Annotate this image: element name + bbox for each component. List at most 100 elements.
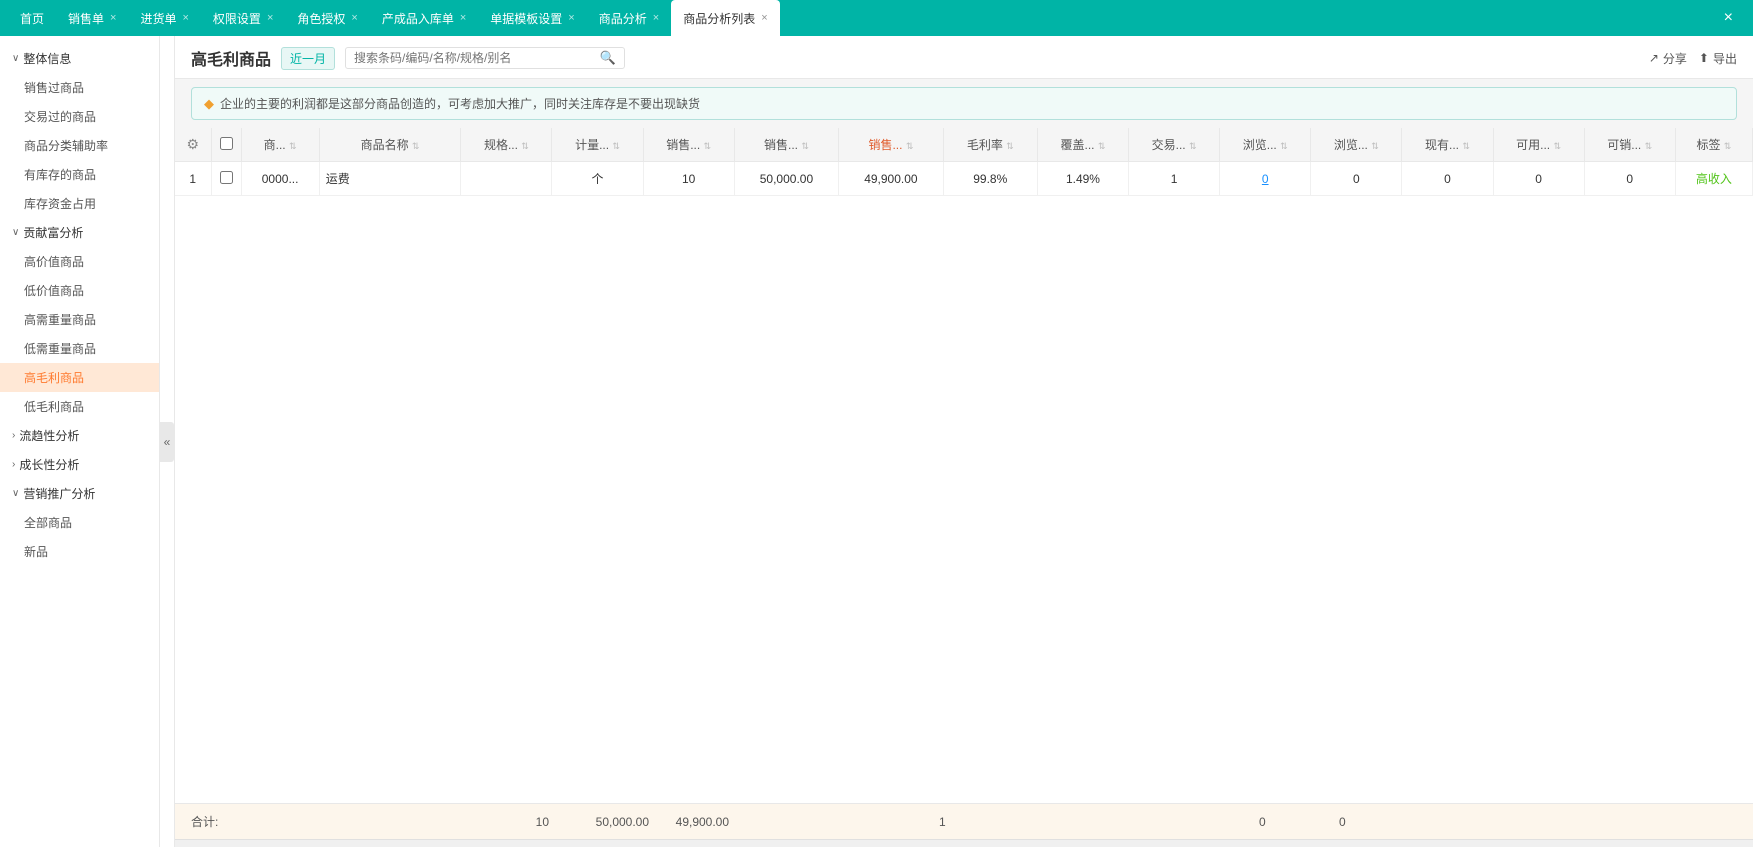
sort-icon-spec: ⇅ [521, 141, 529, 151]
share-button[interactable]: ↗ 分享 [1649, 50, 1687, 67]
th-code[interactable]: 商... ⇅ [241, 128, 319, 162]
sidebar-item-sales-goods[interactable]: 销售过商品 [0, 73, 159, 102]
row-spec [461, 162, 552, 196]
nav-close-product-analysis-list[interactable]: × [761, 12, 767, 24]
th-available[interactable]: 可用... ⇅ [1493, 128, 1584, 162]
row-current: 0 [1402, 162, 1493, 196]
sidebar-item-traded-goods[interactable]: 交易过的商品 [0, 102, 159, 131]
nav-product-analysis-list[interactable]: 商品分析列表 × [671, 0, 779, 36]
nav-close-product-entry[interactable]: × [460, 12, 466, 24]
th-sales-cost[interactable]: 销售... ⇅ [839, 128, 943, 162]
th-gear[interactable]: ⚙ [175, 128, 211, 162]
th-current[interactable]: 现有... ⇅ [1402, 128, 1493, 162]
th-name[interactable]: 商品名称 ⇅ [319, 128, 461, 162]
sidebar-item-analysis-assist[interactable]: 商品分类辅助率 [0, 131, 159, 160]
th-browse2[interactable]: 浏览... ⇅ [1311, 128, 1402, 162]
nav-bill-template[interactable]: 单据模板设置 × [478, 0, 586, 36]
row-saleable: 0 [1584, 162, 1675, 196]
nav-home[interactable]: 首页 [8, 0, 56, 36]
sidebar-item-high-margin[interactable]: 高毛利商品 [0, 363, 159, 392]
table-header-row: ⚙ 商... ⇅ 商品名称 ⇅ [175, 128, 1753, 162]
select-all-checkbox[interactable] [220, 137, 233, 150]
sidebar-group-wealth-analysis[interactable]: ∨ 贡献富分析 [0, 218, 159, 247]
th-available-label: 可用... [1516, 138, 1550, 152]
row-browse2: 0 [1311, 162, 1402, 196]
sidebar-item-high-freq[interactable]: 高需重量商品 [0, 305, 159, 334]
sidebar-item-high-value[interactable]: 高价值商品 [0, 247, 159, 276]
th-browse1[interactable]: 浏览... ⇅ [1220, 128, 1311, 162]
sidebar: ∨ 整体信息 销售过商品 交易过的商品 商品分类辅助率 有库存的商品 库存资金占… [0, 36, 160, 847]
footer-sales-amount: 50,000.00 [582, 815, 662, 829]
sidebar-item-capital-occupation[interactable]: 库存资金占用 [0, 189, 159, 218]
th-sales-qty[interactable]: 销售... ⇅ [643, 128, 734, 162]
th-saleable[interactable]: 可销... ⇅ [1584, 128, 1675, 162]
th-browse2-label: 浏览... [1334, 138, 1368, 152]
bottom-scrollbar[interactable] [175, 839, 1753, 847]
footer-empty5 [1062, 815, 1142, 829]
arrow-right-icon-2: › [12, 459, 15, 470]
nav-purchase-order[interactable]: 进货单 × [128, 0, 200, 36]
th-gross-rate[interactable]: 毛利率 ⇅ [943, 128, 1037, 162]
th-sales-amount[interactable]: 销售... ⇅ [734, 128, 838, 162]
search-input[interactable] [354, 51, 596, 65]
nav-close-sales-order[interactable]: × [110, 12, 116, 24]
nav-close-product-analysis[interactable]: × [653, 12, 659, 24]
sidebar-group-flow-analysis[interactable]: › 流趋性分析 [0, 421, 159, 450]
window-close-button[interactable]: × [1712, 0, 1745, 36]
nav-close-bill-template[interactable]: × [568, 12, 574, 24]
settings-icon[interactable]: ⚙ [186, 136, 199, 152]
row-browse1[interactable]: 0 [1220, 162, 1311, 196]
th-tag[interactable]: 标签 ⇅ [1675, 128, 1752, 162]
th-coverage[interactable]: 覆盖... ⇅ [1037, 128, 1128, 162]
row-trade: 1 [1129, 162, 1220, 196]
footer-saleable: 0 [1302, 815, 1382, 829]
nav-close-permission[interactable]: × [267, 12, 273, 24]
date-filter-button[interactable]: 近一月 [281, 47, 335, 70]
footer-available: 0 [1222, 815, 1302, 829]
th-trade[interactable]: 交易... ⇅ [1129, 128, 1220, 162]
footer-empty [238, 815, 502, 829]
th-tag-label: 标签 [1696, 138, 1720, 152]
sidebar-item-in-stock-goods[interactable]: 有库存的商品 [0, 160, 159, 189]
sort-icon-gross-rate: ⇅ [1006, 141, 1014, 151]
nav-sales-order[interactable]: 销售单 × [56, 0, 128, 36]
row-checkbox[interactable] [220, 171, 233, 184]
nav-close-role[interactable]: × [351, 12, 357, 24]
arrow-right-icon: › [12, 430, 15, 441]
th-browse1-label: 浏览... [1243, 138, 1277, 152]
sort-icon-unit: ⇅ [612, 141, 620, 151]
nav-product-entry[interactable]: 产成品入库单 × [370, 0, 478, 36]
sort-icon-coverage: ⇅ [1098, 141, 1106, 151]
arrow-down-icon-2: ∨ [12, 227, 19, 238]
sidebar-item-low-freq[interactable]: 低需重量商品 [0, 334, 159, 363]
sidebar-item-all-goods[interactable]: 全部商品 [0, 508, 159, 537]
th-saleable-label: 可销... [1607, 138, 1641, 152]
sidebar-item-low-value[interactable]: 低价值商品 [0, 276, 159, 305]
data-table: ⚙ 商... ⇅ 商品名称 ⇅ [175, 128, 1753, 196]
sidebar-group-marketing[interactable]: ∨ 营销推广分析 [0, 479, 159, 508]
th-spec[interactable]: 规格... ⇅ [461, 128, 552, 162]
th-spec-label: 规格... [484, 138, 518, 152]
main-layout: ∨ 整体信息 销售过商品 交易过的商品 商品分类辅助率 有库存的商品 库存资金占… [0, 36, 1753, 847]
th-sales-qty-label: 销售... [666, 138, 700, 152]
th-sales-cost-label: 销售... [868, 138, 902, 152]
row-available: 0 [1493, 162, 1584, 196]
arrow-down-icon: ∨ [12, 53, 19, 64]
header-right: ↗ 分享 ⬆ 导出 [1649, 50, 1737, 67]
sidebar-group-growth-analysis[interactable]: › 成长性分析 [0, 450, 159, 479]
nav-close-purchase-order[interactable]: × [182, 12, 188, 24]
th-unit[interactable]: 计量... ⇅ [552, 128, 643, 162]
nav-role-permission[interactable]: 角色授权 × [285, 0, 369, 36]
th-unit-label: 计量... [575, 138, 609, 152]
export-button[interactable]: ⬆ 导出 [1699, 50, 1737, 67]
th-checkbox [211, 128, 241, 162]
sidebar-item-new-goods[interactable]: 新品 [0, 537, 159, 566]
sidebar-item-low-margin[interactable]: 低毛利商品 [0, 392, 159, 421]
sidebar-collapse-button[interactable]: « [160, 422, 174, 462]
sidebar-group-overall[interactable]: ∨ 整体信息 [0, 44, 159, 73]
nav-product-analysis[interactable]: 商品分析 × [587, 0, 671, 36]
share-icon: ↗ [1649, 51, 1659, 65]
search-icon[interactable]: 🔍 [600, 50, 616, 66]
nav-permission-settings[interactable]: 权限设置 × [201, 0, 285, 36]
row-sales-qty: 10 [643, 162, 734, 196]
